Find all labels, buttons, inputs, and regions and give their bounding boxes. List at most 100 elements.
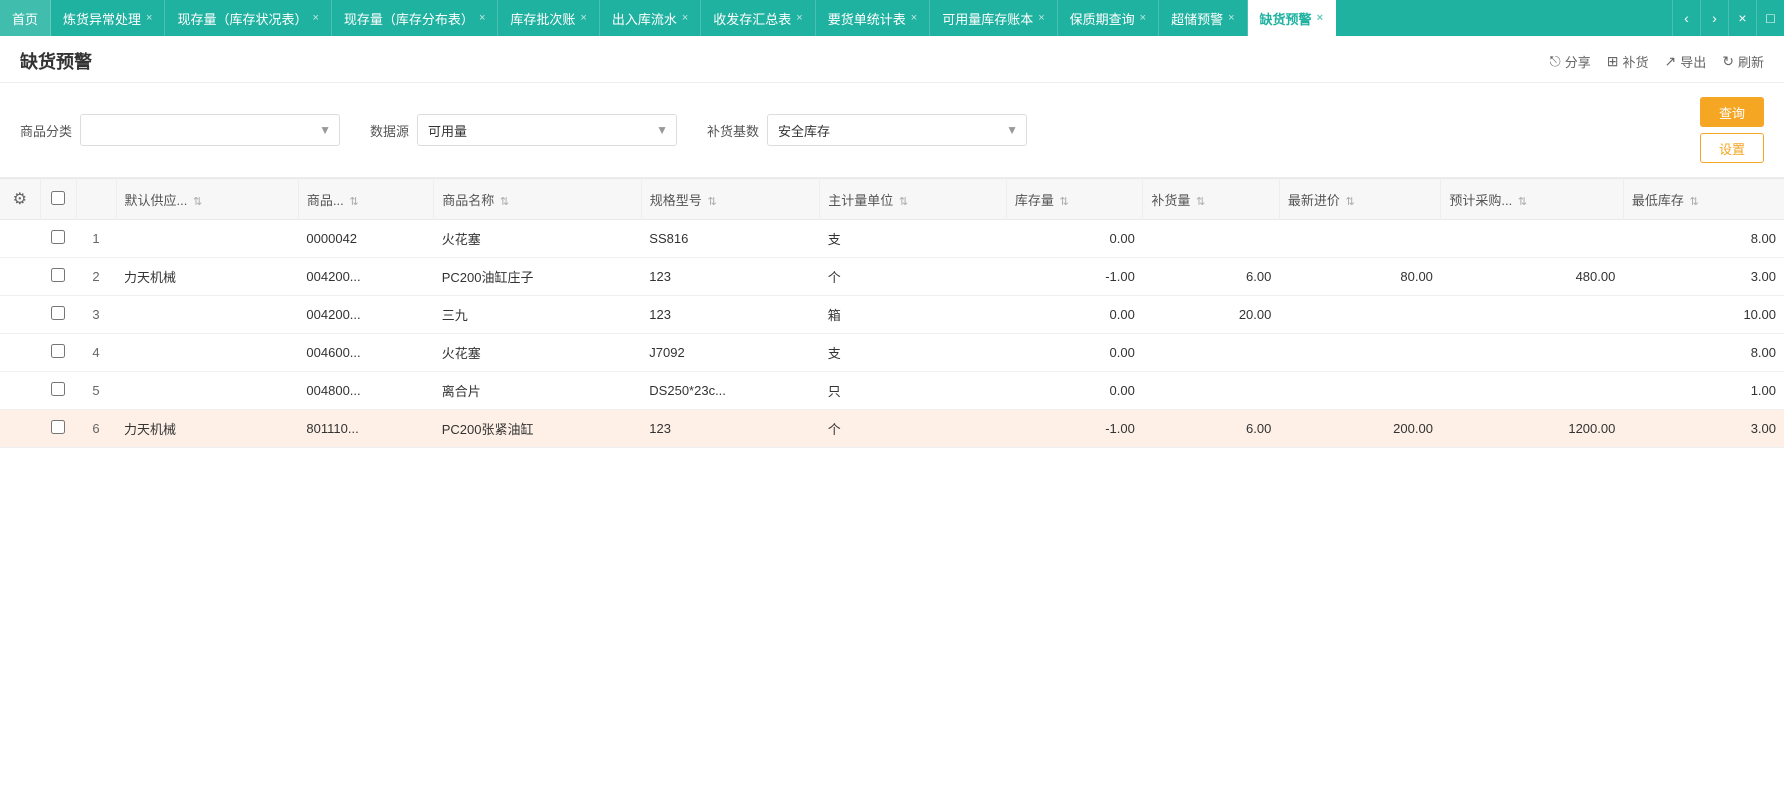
tab-chaochu[interactable]: 超储预警 × [1159,0,1247,36]
nav-arrow-left[interactable]: ‹ [1672,0,1700,36]
row-min-stock-1: 3.00 [1623,258,1784,296]
row-checkbox-cell[interactable] [40,334,76,372]
tab-kucunpici-label: 库存批次账 [510,9,575,28]
col-latest-price-sort-icon: ⇅ [1346,196,1355,208]
row-checkbox-2[interactable] [51,306,65,320]
tab-yaohuo[interactable]: 要货单统计表 × [816,0,930,36]
tab-xiancunliang1-close[interactable]: × [312,12,318,24]
tab-quehuo[interactable]: 缺货预警 × [1248,0,1336,36]
row-est-purchase-4 [1441,372,1623,410]
col-header-name[interactable]: 商品名称 ⇅ [434,179,642,220]
col-latest-price-label: 最新进价 [1288,193,1340,208]
main-content: 缺货预警 ⎋ 分享 ⊞ 补货 ↗ 导出 ↻ 刷新 商品分类 [0,36,1784,796]
datasource-filter-group: 数据源 可用量 ▼ [370,114,677,146]
row-checkbox-cell[interactable] [40,296,76,334]
row-code-1: 004200... [298,258,433,296]
row-name-4: 离合片 [434,372,642,410]
col-header-settings[interactable]: ⚙ [0,179,40,220]
row-spec-5: 123 [641,410,819,448]
col-header-est-purchase[interactable]: 预计采购... ⇅ [1441,179,1623,220]
category-select[interactable]: ▼ [80,114,340,146]
filter-bar: 商品分类 ▼ 数据源 可用量 ▼ 补货基数 安全库存 ▼ [0,83,1784,178]
col-header-supplier[interactable]: 默认供应... ⇅ [116,179,298,220]
row-restock-qty-2: 20.00 [1143,296,1280,334]
nav-maximize[interactable]: □ [1756,0,1784,36]
row-name-3: 火花塞 [434,334,642,372]
row-stock-0: 0.00 [1006,220,1143,258]
tab-churuku[interactable]: 出入库流水 × [600,0,701,36]
datasource-select[interactable]: 可用量 ▼ [417,114,677,146]
tab-quehuo-label: 缺货预警 [1260,9,1312,28]
tab-home[interactable]: 首页 [0,0,51,36]
tab-xiancunliang1[interactable]: 现存量（库存状况表） × [165,0,331,36]
row-checkbox-cell[interactable] [40,258,76,296]
col-header-min-stock[interactable]: 最低库存 ⇅ [1623,179,1784,220]
row-stock-1: -1.00 [1006,258,1143,296]
select-all-checkbox[interactable] [51,191,65,205]
tab-baozhi-label: 保质期查询 [1070,9,1135,28]
col-header-unit[interactable]: 主计量单位 ⇅ [820,179,1007,220]
row-checkbox-cell[interactable] [40,220,76,258]
row-code-3: 004600... [298,334,433,372]
row-checkbox-cell[interactable] [40,372,76,410]
row-checkbox-1[interactable] [51,268,65,282]
row-unit-4: 只 [820,372,1007,410]
settings-button[interactable]: 设置 [1700,133,1764,163]
tab-kucunpici-close[interactable]: × [580,12,586,24]
export-button[interactable]: ↗ 导出 [1665,52,1707,71]
col-header-checkbox[interactable] [40,179,76,220]
restock-button[interactable]: ⊞ 补货 [1607,52,1649,71]
tab-baozhi-close[interactable]: × [1140,12,1146,24]
tab-lianhuo[interactable]: 炼货异常处理 × [51,0,165,36]
tab-yaohuo-close[interactable]: × [911,12,917,24]
filter-actions: 查询 设置 [1700,97,1764,163]
tab-quehuo-close[interactable]: × [1317,12,1323,24]
tab-shofacun-close[interactable]: × [796,12,802,24]
row-num-2: 3 [76,296,116,334]
col-stock-label: 库存量 [1015,193,1054,208]
restock-basis-select[interactable]: 安全库存 ▼ [767,114,1027,146]
row-supplier-2 [116,296,298,334]
row-checkbox-0[interactable] [51,230,65,244]
tab-xiancunliang2[interactable]: 现存量（库存分布表） × [332,0,498,36]
tab-churuku-close[interactable]: × [682,12,688,24]
row-checkbox-4[interactable] [51,382,65,396]
tab-chaochu-close[interactable]: × [1228,12,1234,24]
col-header-restock-qty[interactable]: 补货量 ⇅ [1143,179,1280,220]
tab-baozhi[interactable]: 保质期查询 × [1058,0,1159,36]
refresh-icon: ↻ [1722,53,1734,70]
tab-keyongliang[interactable]: 可用量库存账本 × [930,0,1057,36]
col-header-num [76,179,116,220]
row-unit-2: 箱 [820,296,1007,334]
row-latest-price-4 [1279,372,1441,410]
tab-kucunpici[interactable]: 库存批次账 × [498,0,599,36]
restock-basis-select-arrow: ▼ [1006,123,1018,137]
share-icon: ⎋ [1550,53,1561,70]
col-header-spec[interactable]: 规格型号 ⇅ [641,179,819,220]
row-code-0: 0000042 [298,220,433,258]
settings-gear-icon[interactable]: ⚙ [13,191,27,208]
col-name-sort-icon: ⇅ [500,196,509,208]
restock-label: 补货 [1622,52,1648,71]
col-header-stock[interactable]: 库存量 ⇅ [1006,179,1143,220]
row-checkbox-3[interactable] [51,344,65,358]
col-stock-sort-icon: ⇅ [1059,196,1068,208]
category-filter-group: 商品分类 ▼ [20,114,340,146]
col-header-code[interactable]: 商品... ⇅ [298,179,433,220]
tab-xiancunliang2-close[interactable]: × [479,12,485,24]
filter-selects-row: 商品分类 ▼ 数据源 可用量 ▼ 补货基数 安全库存 ▼ [20,114,1680,146]
col-min-stock-sort-icon: ⇅ [1689,196,1698,208]
row-checkbox-cell[interactable] [40,410,76,448]
nav-arrow-right[interactable]: › [1700,0,1728,36]
query-button[interactable]: 查询 [1700,97,1764,127]
page-header: 缺货预警 ⎋ 分享 ⊞ 补货 ↗ 导出 ↻ 刷新 [0,36,1784,83]
tab-shofacun[interactable]: 收发存汇总表 × [701,0,815,36]
share-button[interactable]: ⎋ 分享 [1550,52,1591,71]
tab-keyongliang-close[interactable]: × [1038,12,1044,24]
col-unit-sort-icon: ⇅ [899,196,908,208]
nav-close-window[interactable]: × [1728,0,1756,36]
tab-lianhuo-close[interactable]: × [146,12,152,24]
refresh-button[interactable]: ↻ 刷新 [1722,52,1764,71]
col-header-latest-price[interactable]: 最新进价 ⇅ [1279,179,1441,220]
row-checkbox-5[interactable] [51,420,65,434]
